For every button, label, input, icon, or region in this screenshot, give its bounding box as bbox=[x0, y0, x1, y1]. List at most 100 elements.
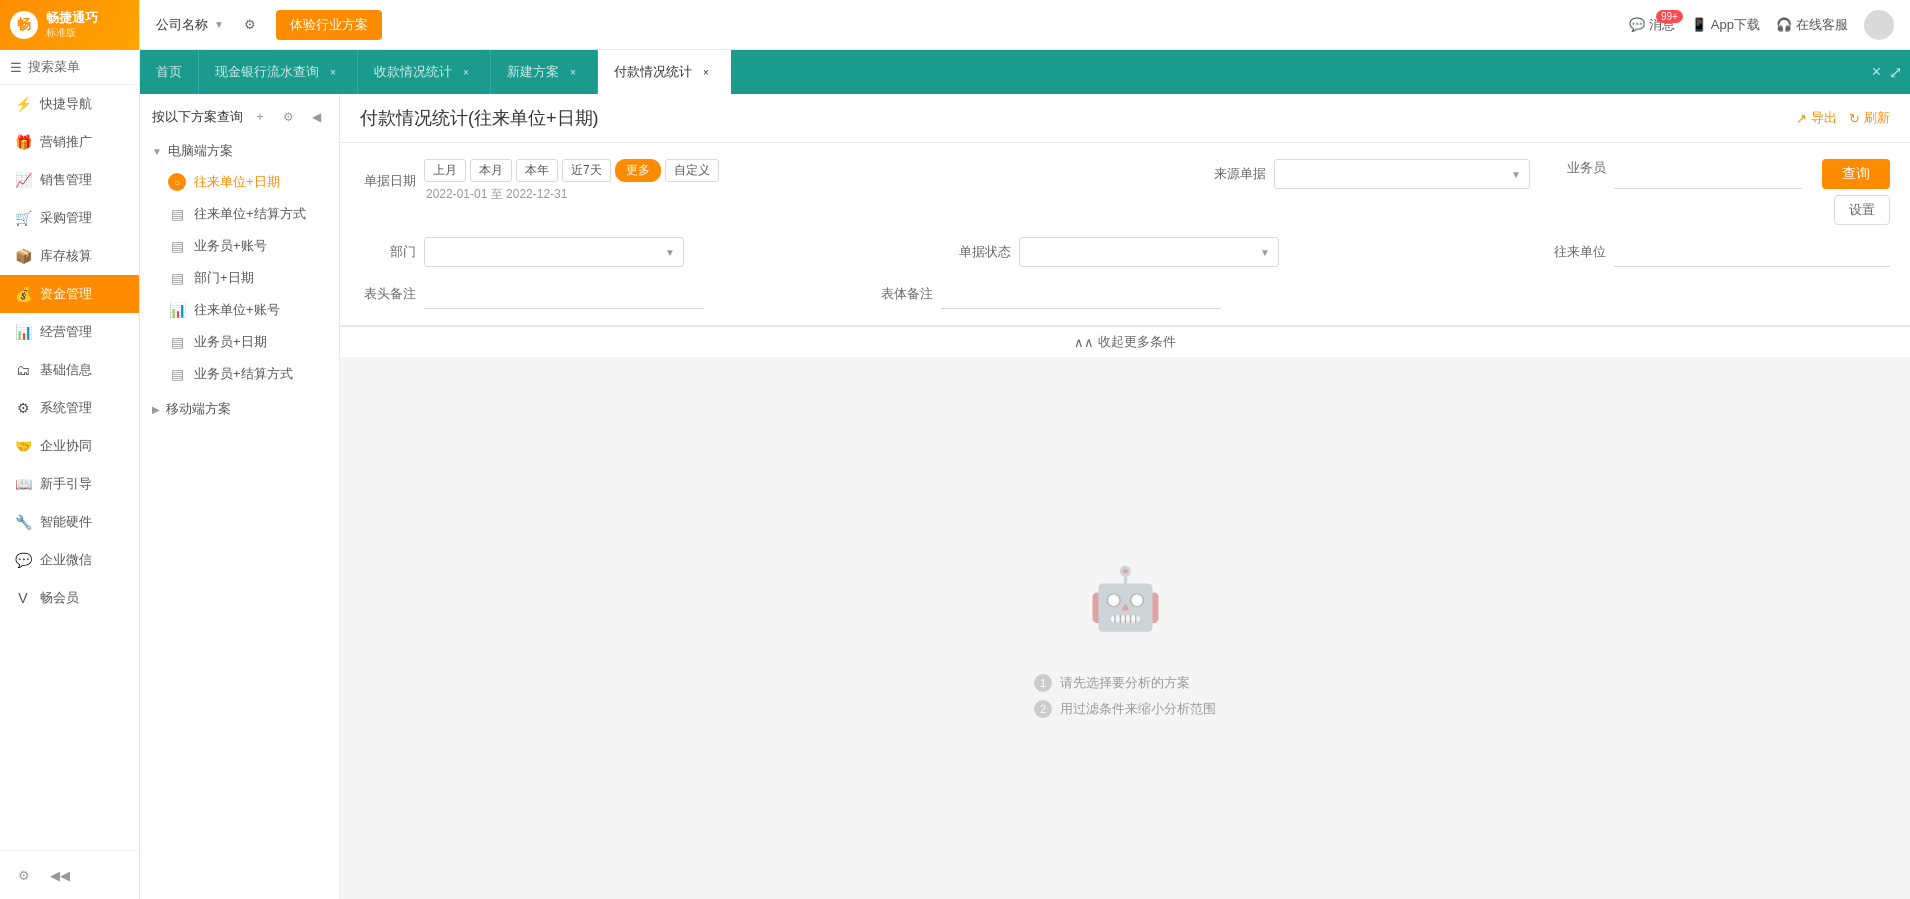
collapse-icon: ∧∧ bbox=[1074, 335, 1094, 350]
scheme-item-unit-date[interactable]: ○ 往来单位+日期 bbox=[140, 166, 339, 198]
filter-settings-btn[interactable]: 设置 bbox=[1834, 195, 1890, 225]
tab-home-label: 首页 bbox=[156, 63, 182, 81]
hint-text-1: 请先选择要分析的方案 bbox=[1060, 674, 1190, 692]
tab-close-all-icon[interactable]: × bbox=[1872, 63, 1881, 81]
system-icon: ⚙ bbox=[14, 399, 32, 417]
sidebar-item-purchase[interactable]: 🛒 采购管理 bbox=[0, 199, 139, 237]
online-service-btn[interactable]: 🎧 在线客服 bbox=[1776, 16, 1848, 34]
sidebar-item-system[interactable]: ⚙ 系统管理 bbox=[0, 389, 139, 427]
sidebar-item-quick-nav[interactable]: ⚡ 快捷导航 bbox=[0, 85, 139, 123]
mobile-group-label: 移动端方案 bbox=[166, 400, 231, 418]
scheme-item-unit-account-label: 往来单位+账号 bbox=[194, 301, 280, 319]
desktop-group-label: 电脑端方案 bbox=[168, 142, 233, 160]
tab-expand-icon[interactable]: ⤢ bbox=[1889, 63, 1902, 82]
tab-collection-stats-close-icon[interactable]: × bbox=[458, 64, 474, 80]
add-scheme-btn[interactable]: + bbox=[249, 106, 271, 128]
tabbar-controls: × ⤢ bbox=[1864, 50, 1910, 94]
tab-bank-flow-close-icon[interactable]: × bbox=[325, 64, 341, 80]
sidebar-item-label: 库存核算 bbox=[40, 247, 92, 265]
scheme-item-unit-settlement[interactable]: ▤ 往来单位+结算方式 bbox=[140, 198, 339, 230]
message-btn[interactable]: 💬 消息 99+ bbox=[1629, 16, 1675, 34]
tab-bank-flow-label: 现金银行流水查询 bbox=[215, 63, 319, 81]
scheme-item-dept-date[interactable]: ▤ 部门+日期 bbox=[140, 262, 339, 294]
sidebar-footer: ⚙ ◀◀ bbox=[0, 850, 139, 899]
company-selector[interactable]: 公司名称 ▼ bbox=[156, 16, 224, 34]
scheme-group-mobile: ▶ 移动端方案 bbox=[140, 394, 339, 424]
voucher-status-arrow-icon: ▼ bbox=[1260, 247, 1270, 258]
sidebar-item-sales[interactable]: 📈 销售管理 bbox=[0, 161, 139, 199]
unit-input[interactable] bbox=[1614, 237, 1890, 267]
dept-label: 部门 bbox=[360, 243, 416, 261]
tab-bank-flow[interactable]: 现金银行流水查询 × bbox=[199, 50, 358, 94]
sidebar-item-label: 快捷导航 bbox=[40, 95, 92, 113]
dept-select[interactable]: ▼ bbox=[424, 237, 684, 267]
sidebar-item-basic-info[interactable]: 🗂 基础信息 bbox=[0, 351, 139, 389]
source-voucher-select[interactable]: ▼ bbox=[1274, 159, 1530, 189]
sidebar-item-label: 营销推广 bbox=[40, 133, 92, 151]
topbar-settings-btn[interactable]: ⚙ bbox=[236, 11, 264, 39]
sidebar-item-marketing[interactable]: 🎁 营销推广 bbox=[0, 123, 139, 161]
filter-row-3: 表头备注 表体备注 bbox=[360, 279, 1890, 309]
collapse-more-conditions-btn[interactable]: ∧∧ 收起更多条件 bbox=[340, 326, 1910, 357]
company-chevron-icon: ▼ bbox=[214, 19, 224, 30]
tab-collection-stats[interactable]: 收款情况统计 × bbox=[358, 50, 491, 94]
tab-new-plan-close-icon[interactable]: × bbox=[565, 64, 581, 80]
trial-btn[interactable]: 体验行业方案 bbox=[276, 10, 382, 40]
tab-payment-stats[interactable]: 付款情况统计 × bbox=[598, 50, 731, 94]
sidebar-item-label: 资金管理 bbox=[40, 285, 92, 303]
filter-date-group: 上月 本月 本年 近7天 更多 自定义 2022-01-01 至 2022-12… bbox=[424, 159, 719, 203]
scheme-item-staff-date[interactable]: ▤ 业务员+日期 bbox=[140, 326, 339, 358]
hint-num-2: 2 bbox=[1034, 700, 1052, 718]
tab-home[interactable]: 首页 bbox=[140, 50, 199, 94]
tab-payment-stats-label: 付款情况统计 bbox=[614, 63, 692, 81]
app-icon: 📱 bbox=[1691, 17, 1707, 32]
sidebar-item-operation[interactable]: 📊 经营管理 bbox=[0, 313, 139, 351]
sidebar-item-wechat[interactable]: 💬 企业微信 bbox=[0, 541, 139, 579]
sidebar-collapse-btn[interactable]: ◀◀ bbox=[46, 861, 74, 889]
left-panel-action-btns: + ⚙ ◀ bbox=[249, 106, 327, 128]
date-btn-last-month[interactable]: 上月 bbox=[424, 159, 466, 182]
sidebar-item-inventory[interactable]: 📦 库存核算 bbox=[0, 237, 139, 275]
user-avatar[interactable] bbox=[1864, 10, 1894, 40]
tab-new-plan-label: 新建方案 bbox=[507, 63, 559, 81]
panel-collapse-btn[interactable]: ◀ bbox=[305, 106, 327, 128]
date-btn-last-7[interactable]: 近7天 bbox=[562, 159, 611, 182]
voucher-status-select[interactable]: ▼ bbox=[1019, 237, 1279, 267]
left-panel-header: 按以下方案查询 + ⚙ ◀ bbox=[140, 106, 339, 136]
scheme-settings-btn[interactable]: ⚙ bbox=[277, 106, 299, 128]
export-btn[interactable]: ↗ 导出 bbox=[1796, 109, 1837, 127]
search-menu[interactable]: ☰ 搜索菜单 bbox=[0, 50, 139, 85]
date-btn-this-year[interactable]: 本年 bbox=[516, 159, 558, 182]
filter-area: 单据日期 上月 本月 本年 近7天 更多 自定义 2022-01-01 至 20… bbox=[340, 143, 1910, 326]
tab-payment-stats-close-icon[interactable]: × bbox=[698, 64, 714, 80]
filter-unit: 往来单位 bbox=[1550, 237, 1890, 267]
scheme-group-mobile-title[interactable]: ▶ 移动端方案 bbox=[140, 394, 339, 424]
tab-new-plan[interactable]: 新建方案 × bbox=[491, 50, 598, 94]
sidebar-item-finance[interactable]: 💰 资金管理 bbox=[0, 275, 139, 313]
scheme-group-desktop-title[interactable]: ▼ 电脑端方案 bbox=[140, 136, 339, 166]
scheme-item-staff-account[interactable]: ▤ 业务员+账号 bbox=[140, 230, 339, 262]
filter-source-voucher: 来源单据 ▼ bbox=[1210, 159, 1530, 189]
sidebar-item-hardware[interactable]: 🔧 智能硬件 bbox=[0, 503, 139, 541]
sidebar-item-label: 系统管理 bbox=[40, 399, 92, 417]
collapse-label: 收起更多条件 bbox=[1098, 333, 1176, 351]
filter-staff: 业务员 查询 设置 bbox=[1550, 159, 1890, 225]
table-header-note-input[interactable] bbox=[424, 279, 704, 309]
app-download-btn[interactable]: 📱 App下载 bbox=[1691, 16, 1760, 34]
filter-table-body-note: 表体备注 bbox=[877, 279, 1374, 309]
staff-input[interactable] bbox=[1614, 159, 1802, 189]
sidebar-item-member[interactable]: V 畅会员 bbox=[0, 579, 139, 617]
date-btn-more[interactable]: 更多 bbox=[615, 159, 661, 182]
refresh-btn[interactable]: ↻ 刷新 bbox=[1849, 109, 1890, 127]
sidebar-item-cooperation[interactable]: 🤝 企业协同 bbox=[0, 427, 139, 465]
scheme-item-staff-settlement[interactable]: ▤ 业务员+结算方式 bbox=[140, 358, 339, 390]
sidebar-item-guide[interactable]: 📖 新手引导 bbox=[0, 465, 139, 503]
service-icon: 🎧 bbox=[1776, 17, 1792, 32]
date-btn-this-month[interactable]: 本月 bbox=[470, 159, 512, 182]
filter-row-2: 部门 ▼ 单据状态 ▼ 往来单位 bbox=[360, 237, 1890, 267]
table-body-note-input[interactable] bbox=[941, 279, 1221, 309]
date-btn-custom[interactable]: 自定义 bbox=[665, 159, 719, 182]
query-btn[interactable]: 查询 bbox=[1822, 159, 1890, 189]
scheme-item-unit-account[interactable]: 📊 往来单位+账号 bbox=[140, 294, 339, 326]
sidebar-settings-btn[interactable]: ⚙ bbox=[10, 861, 38, 889]
